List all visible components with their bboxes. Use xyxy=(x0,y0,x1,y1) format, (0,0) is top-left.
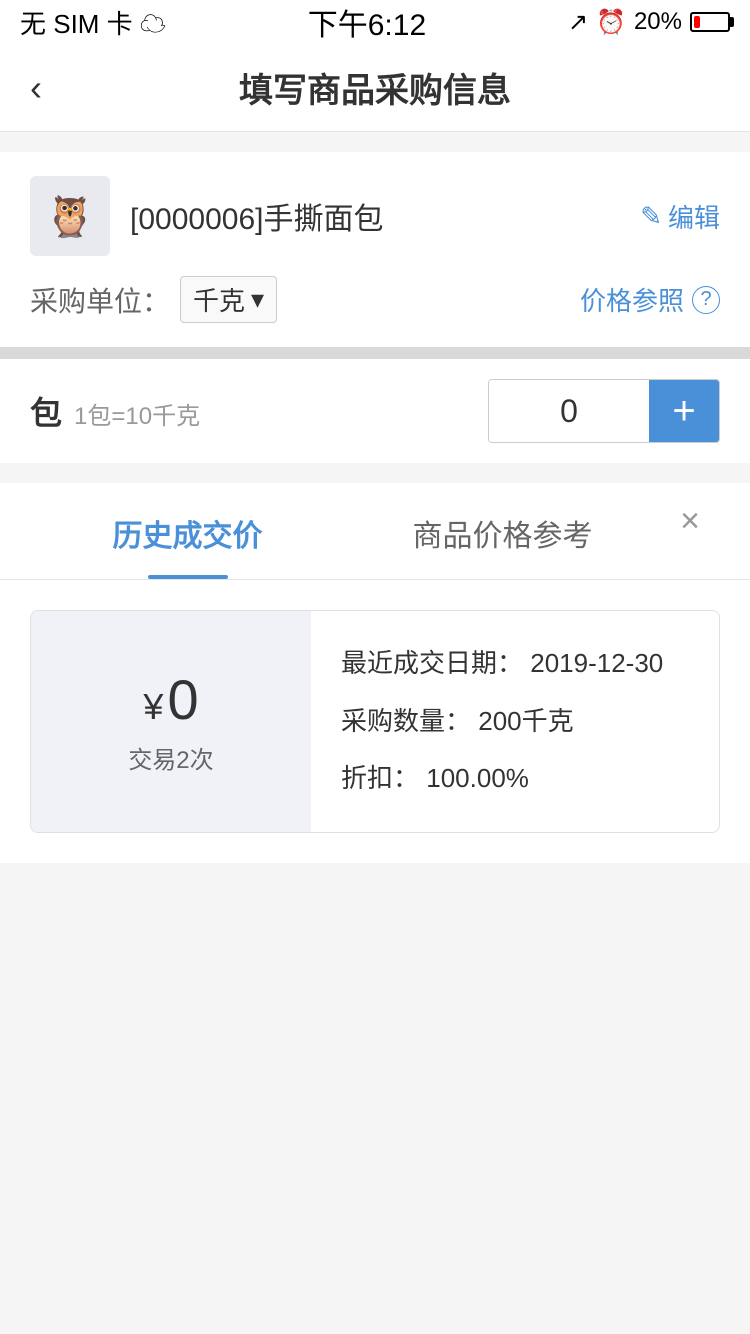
back-button[interactable]: ‹ xyxy=(30,67,42,109)
tab-close-button[interactable]: × xyxy=(660,502,720,561)
battery-icon xyxy=(690,12,730,32)
product-name: [0000006]手撕面包 xyxy=(130,194,383,238)
price-card-right: 最近成交日期： 2019-12-30 采购数量： 200千克 折扣： 100.0… xyxy=(311,611,719,832)
tab-history-price[interactable]: 历史成交价 xyxy=(30,483,345,579)
purchase-qty-row: 采购数量： 200千克 xyxy=(341,701,689,743)
status-bar: 无 SIM 卡 ☁ 下午6:12 ↗ ⏰ 20% xyxy=(0,0,750,44)
discount-row: 折扣： 100.00% xyxy=(341,758,689,800)
product-thumbnail: 🦉 xyxy=(30,176,110,256)
quantity-unit: 包 xyxy=(30,388,62,434)
edit-button[interactable]: ✎ 编辑 xyxy=(640,198,720,235)
help-icon: ? xyxy=(692,286,720,314)
purchase-unit-wrapper: 采购单位： 千克 ▾ xyxy=(30,276,277,323)
tabs-row: 历史成交价 商品价格参考 × xyxy=(0,483,750,579)
quantity-row: 包 1包=10千克 + xyxy=(0,359,750,463)
status-left: 无 SIM 卡 ☁ xyxy=(20,4,166,41)
product-image: 🦉 xyxy=(45,193,95,240)
quantity-label: 包 1包=10千克 xyxy=(30,388,200,434)
tabs-container: 历史成交价 商品价格参考 × xyxy=(0,483,750,580)
quantity-plus-button[interactable]: + xyxy=(649,379,719,443)
nav-bar: ‹ 填写商品采购信息 xyxy=(0,44,750,132)
product-card: 🦉 [0000006]手撕面包 ✎ 编辑 采购单位： 千克 ▾ 价格参照 ? xyxy=(0,152,750,347)
battery-percent: 20% xyxy=(634,8,682,36)
price-ref-label: 价格参照 xyxy=(580,281,684,318)
dropdown-icon: ▾ xyxy=(251,284,264,315)
status-right: ↗ ⏰ 20% xyxy=(568,8,730,37)
purchase-unit-label: 采购单位： xyxy=(30,280,170,320)
page-title: 填写商品采购信息 xyxy=(239,63,511,112)
recent-date-value: 2019-12-30 xyxy=(530,648,663,678)
purchase-qty-value: 200千克 xyxy=(478,706,573,736)
product-header: 🦉 [0000006]手撕面包 ✎ 编辑 xyxy=(30,176,720,256)
currency-symbol: ¥ xyxy=(143,686,163,728)
price-amount: ¥ 0 xyxy=(143,667,198,732)
alarm-icon: ⏰ xyxy=(596,8,626,37)
transaction-count: 交易2次 xyxy=(128,740,213,775)
quantity-input[interactable] xyxy=(489,379,649,443)
quantity-input-wrapper: + xyxy=(488,379,720,443)
price-reference-button[interactable]: 价格参照 ? xyxy=(580,281,720,318)
location-icon: ↗ xyxy=(568,8,588,37)
edit-icon: ✎ xyxy=(640,201,662,232)
sim-status: 无 SIM 卡 ☁ xyxy=(20,4,166,41)
edit-label: 编辑 xyxy=(668,198,720,235)
price-content: ¥ 0 交易2次 最近成交日期： 2019-12-30 采购数量： 200千克 … xyxy=(0,580,750,863)
unit-select[interactable]: 千克 ▾ xyxy=(180,276,277,323)
discount-value: 100.00% xyxy=(426,763,529,793)
gray-divider xyxy=(0,347,750,359)
product-left: 🦉 [0000006]手撕面包 xyxy=(30,176,383,256)
price-value: 0 xyxy=(167,667,198,732)
recent-date-label: 最近成交日期： xyxy=(341,648,523,678)
recent-date-row: 最近成交日期： 2019-12-30 xyxy=(341,643,689,685)
quantity-conversion: 1包=10千克 xyxy=(74,396,200,431)
product-row: 采购单位： 千克 ▾ 价格参照 ? xyxy=(30,276,720,323)
price-card: ¥ 0 交易2次 最近成交日期： 2019-12-30 采购数量： 200千克 … xyxy=(30,610,720,833)
discount-label: 折扣： xyxy=(341,763,419,793)
tab-product-price-ref[interactable]: 商品价格参考 xyxy=(345,483,660,579)
status-time: 下午6:12 xyxy=(308,0,426,44)
unit-value: 千克 xyxy=(193,281,245,318)
price-card-left: ¥ 0 交易2次 xyxy=(31,611,311,832)
purchase-qty-label: 采购数量： xyxy=(341,706,471,736)
